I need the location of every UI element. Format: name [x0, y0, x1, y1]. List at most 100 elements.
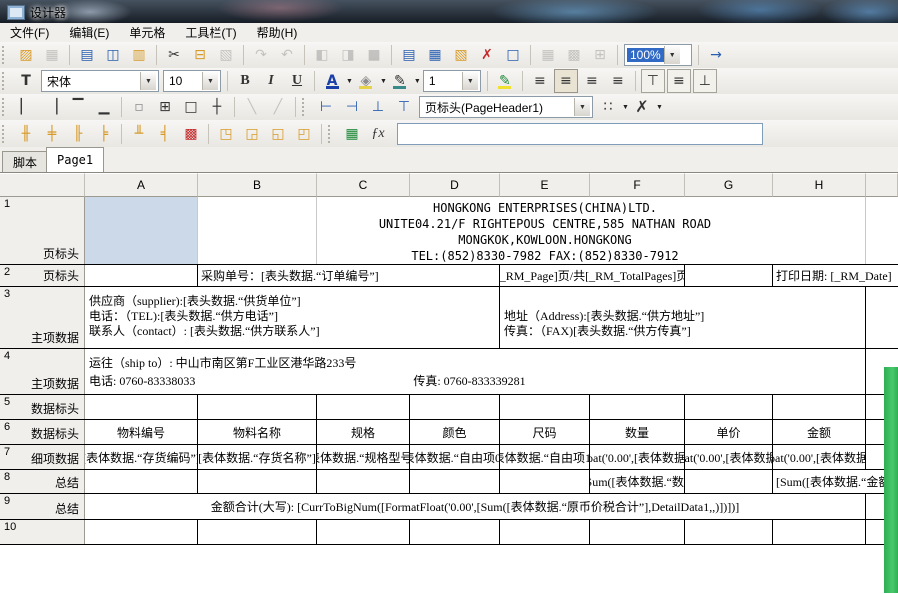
cell-amount-sum[interactable]: [Sum([表体数据.“金额”],DetailData1,,)] — [773, 470, 898, 493]
cell-purchase-no[interactable]: 采购单号：[表头数据.“订单编号”] — [198, 265, 500, 286]
toolbar-grip[interactable] — [2, 72, 9, 90]
cell-d8[interactable] — [410, 470, 500, 493]
column-header-f[interactable]: F — [590, 173, 685, 197]
cell-e5[interactable] — [500, 395, 590, 419]
grid-corner-cell[interactable] — [0, 173, 85, 197]
column-header-b[interactable]: B — [198, 173, 317, 197]
exit-button[interactable]: → — [704, 43, 728, 67]
highlight-button[interactable]: ✎ — [493, 69, 517, 93]
align-center-button[interactable]: ≡ — [553, 69, 578, 93]
cell-b1[interactable] — [198, 197, 317, 264]
cell-header-spec[interactable]: 规格 — [317, 420, 410, 444]
border-none-button[interactable]: ▫ — [127, 95, 151, 119]
add-cell-up-button[interactable]: ⊥ — [366, 95, 390, 119]
cell-shipto-block[interactable]: 运往（ship to）: 中山市南区第F工业区港华路233号 电话: 0760-… — [85, 349, 866, 394]
column-header-c[interactable]: C — [317, 173, 410, 197]
cell-f5[interactable] — [590, 395, 685, 419]
add-cell-right-button[interactable]: ⊤ — [392, 95, 416, 119]
cell-e8[interactable] — [500, 470, 590, 493]
cell-d5[interactable] — [410, 395, 500, 419]
zoom-combo[interactable]: 100% ▼ — [624, 44, 692, 66]
split-row-button[interactable]: ╫ — [14, 122, 38, 146]
merge-row-button[interactable]: ╪ — [40, 122, 64, 146]
row-header-9[interactable]: 9 总结 — [0, 494, 85, 519]
toolbar-grip[interactable] — [2, 98, 9, 116]
cell-header-amount[interactable]: 金额 — [773, 420, 866, 444]
cell-field-qty[interactable]: [FormatFloat('0.00',[表体数据.“数量”])] — [590, 445, 685, 469]
cell-g10[interactable] — [685, 520, 773, 544]
bold-button[interactable]: B — [233, 69, 257, 93]
menu-file[interactable]: 文件(F) — [0, 23, 59, 42]
preview-data-button[interactable]: ▦ — [340, 122, 364, 146]
diagonal-up-button[interactable]: ╱ — [266, 95, 290, 119]
line-style-dropdown-arrow[interactable]: ▼ — [622, 104, 629, 111]
align-right-button[interactable]: ≡ — [580, 69, 604, 93]
row-header-2[interactable]: 2 页标头 — [0, 265, 85, 286]
cell-header-qty[interactable]: 数量 — [590, 420, 685, 444]
merge-down-button[interactable]: ╨ — [127, 122, 151, 146]
font-style-button[interactable]: T — [14, 69, 38, 93]
formula-input[interactable] — [397, 122, 763, 145]
font-name-combo[interactable]: 宋体 ▼ — [41, 70, 159, 92]
cell-b8[interactable] — [198, 470, 317, 493]
line-width-dropdown-arrow[interactable]: ▼ — [461, 72, 478, 90]
page-op-1-button[interactable]: ◳ — [214, 122, 238, 146]
italic-button[interactable]: I — [259, 69, 283, 93]
zoom-dropdown-arrow[interactable]: ▼ — [663, 46, 680, 64]
line-color-button[interactable]: ✎ — [388, 69, 412, 93]
toolbar-grip[interactable] — [302, 98, 309, 116]
border-all-button[interactable]: ⊞ — [153, 95, 177, 119]
cell-field-item-name[interactable]: [表体数据.“存货名称”] — [198, 445, 317, 469]
line-width-combo[interactable]: 1 ▼ — [422, 70, 481, 92]
clear-merge-button[interactable]: ▩ — [179, 122, 203, 146]
cell-c8[interactable] — [317, 470, 410, 493]
cell-header-item-name[interactable]: 物料名称 — [198, 420, 317, 444]
row-header-5[interactable]: 5 数据标头 — [0, 395, 85, 419]
cell-field-price[interactable]: [FormatFloat('0.00',[表体数据.“单价”])] — [685, 445, 773, 469]
cell-address-block[interactable]: 地址（Address):[表头数据.“供方地址”] 传真：（FAX)[表头数据.… — [500, 287, 866, 348]
cell-e10[interactable] — [500, 520, 590, 544]
cell-supplier-block[interactable]: 供应商（supplier):[表头数据.“供货单位”] 电话：（TEL):[表头… — [85, 287, 500, 348]
row-header-7[interactable]: 7 细项数据 — [0, 445, 85, 469]
row-header-3[interactable]: 3 主项数据 — [0, 287, 85, 348]
delete-band-button[interactable]: ✗ — [630, 95, 654, 119]
band-selector-dropdown-arrow[interactable]: ▼ — [574, 98, 590, 116]
border-inner-button[interactable]: ┼ — [205, 95, 229, 119]
line-color-dropdown-arrow[interactable]: ▼ — [414, 78, 421, 85]
cell-g8[interactable] — [685, 470, 773, 493]
print-preview-button[interactable]: ◫ — [101, 43, 125, 67]
page-op-4-button[interactable]: ◰ — [292, 122, 316, 146]
cell-h5[interactable] — [773, 395, 866, 419]
cell-g2[interactable] — [685, 265, 773, 286]
cell-qty-sum[interactable]: [FormatFloat('0.00',[Sum([表体数据.“数量”],Det… — [590, 470, 685, 493]
valign-top-button[interactable]: ⊤ — [640, 69, 665, 93]
cell-a5[interactable] — [85, 395, 198, 419]
cell-h1[interactable] — [773, 197, 866, 264]
column-header-e[interactable]: E — [500, 173, 590, 197]
border-bottom-button[interactable]: ▁ — [92, 95, 116, 119]
fill-box-button[interactable]: ■ — [362, 43, 386, 67]
cut-button[interactable]: ✂ — [162, 43, 186, 67]
row-header-8[interactable]: 8 总结 — [0, 470, 85, 493]
tab-script[interactable]: 脚本 — [2, 151, 49, 172]
tab-page1[interactable]: Page1 — [46, 147, 105, 172]
cell-c5[interactable] — [317, 395, 410, 419]
cell-header-item-code[interactable]: 物料编号 — [85, 420, 198, 444]
undo-button[interactable]: ↶ — [275, 43, 299, 67]
row-header-10[interactable]: 10 — [0, 520, 85, 544]
cell-f10[interactable] — [590, 520, 685, 544]
copy-button[interactable]: ⊟ — [188, 43, 212, 67]
print-button[interactable]: ▤ — [75, 43, 99, 67]
merge-column-button[interactable]: ╞ — [92, 122, 116, 146]
save-button[interactable]: ▦ — [40, 43, 64, 67]
font-color-dropdown-arrow[interactable]: ▼ — [346, 78, 353, 85]
show-grid-button[interactable]: ▦ — [536, 43, 560, 67]
fill-color-button[interactable]: ◈ — [354, 69, 378, 93]
border-right-button[interactable]: ▕ — [40, 95, 64, 119]
cell-header-color[interactable]: 颜色 — [410, 420, 500, 444]
band-selector-combo[interactable]: 页标头(PageHeader1) ▼ — [419, 96, 593, 118]
column-header-d[interactable]: D — [410, 173, 500, 197]
cell-header-size[interactable]: 尺码 — [500, 420, 590, 444]
toolbar-grip[interactable] — [2, 46, 9, 64]
line-style-button[interactable]: ∷ — [596, 95, 620, 119]
